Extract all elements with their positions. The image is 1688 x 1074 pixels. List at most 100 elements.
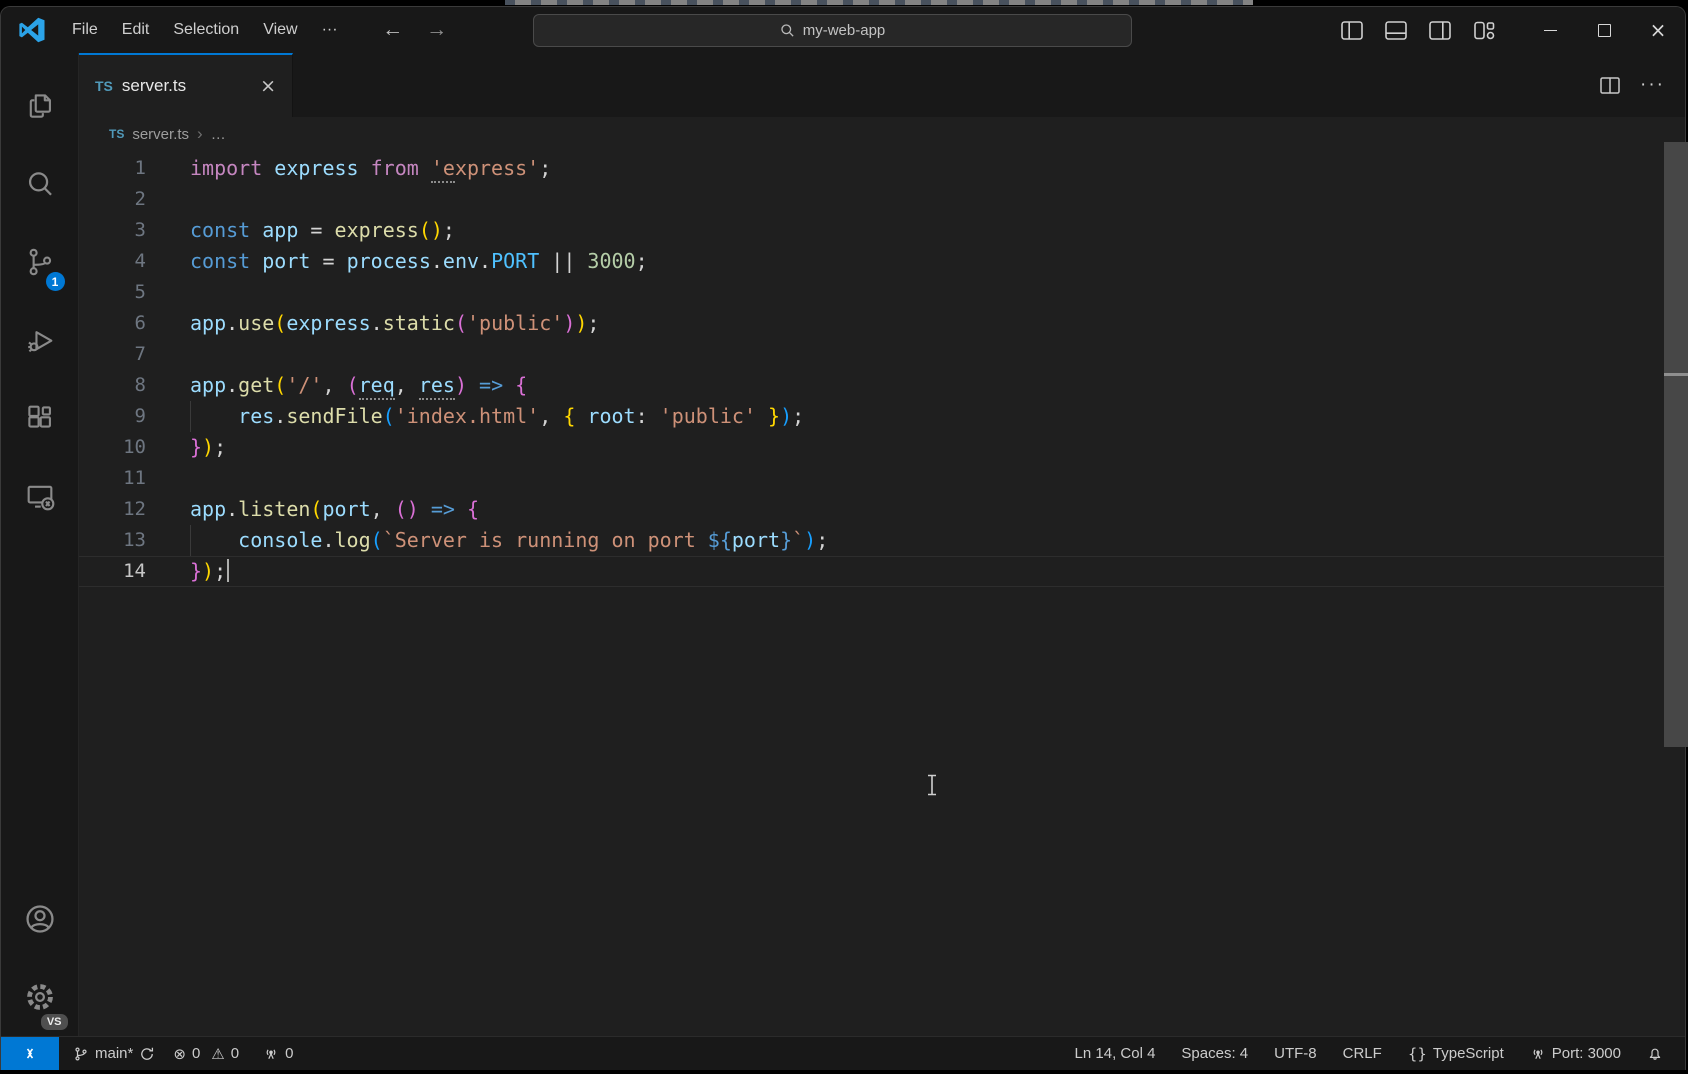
line-number: 2 (79, 184, 146, 215)
problems-indicator[interactable]: ⊗ 0 ⚠ 0 (173, 1045, 239, 1063)
toggle-secondary-sidebar-icon[interactable] (1429, 21, 1451, 40)
notifications-bell-icon[interactable] (1647, 1045, 1663, 1062)
encoding[interactable]: UTF-8 (1274, 1045, 1317, 1062)
activity-source-control[interactable]: 1 (16, 223, 64, 301)
eol-sequence[interactable]: CRLF (1343, 1045, 1382, 1062)
settings-vs-badge: VS (39, 1012, 70, 1032)
activity-account[interactable] (16, 880, 64, 958)
line-text: res.sendFile('index.html', { root: 'publ… (190, 401, 804, 432)
breadcrumb-file[interactable]: server.ts (132, 126, 189, 143)
activity-run-debug[interactable] (16, 301, 64, 379)
ports-indicator[interactable]: 0 (263, 1045, 293, 1062)
line-text: console.log(`Server is running on port $… (190, 525, 828, 556)
error-icon: ⊗ (173, 1045, 186, 1063)
breadcrumb[interactable]: TS server.ts › … (79, 117, 1685, 151)
branch-indicator[interactable]: main* (73, 1045, 155, 1062)
line-number: 3 (79, 215, 146, 246)
indentation[interactable]: Spaces: 4 (1181, 1045, 1248, 1062)
more-actions-icon[interactable]: ··· (1640, 74, 1665, 96)
code-line[interactable]: 13 console.log(`Server is running on por… (79, 525, 1685, 556)
line-text: }); (190, 556, 229, 587)
minimize-icon (1544, 30, 1557, 31)
activity-search[interactable] (16, 145, 64, 223)
cursor-position[interactable]: Ln 14, Col 4 (1075, 1045, 1156, 1062)
tab-close-icon[interactable]: × (260, 75, 276, 97)
remote-indicator[interactable] (1, 1037, 59, 1070)
toggle-primary-sidebar-icon[interactable] (1341, 21, 1363, 40)
code-line[interactable]: 3const app = express(); (79, 215, 1685, 246)
menu-view[interactable]: View (251, 16, 309, 44)
explorer-files-icon (23, 89, 57, 123)
code-line[interactable]: 5 (79, 277, 1685, 308)
line-number: 9 (79, 401, 146, 432)
language-label: TypeScript (1433, 1045, 1504, 1062)
code-line[interactable]: 11 (79, 463, 1685, 494)
toggle-panel-icon[interactable] (1385, 21, 1407, 40)
code-line[interactable]: 2 (79, 184, 1685, 215)
background-artifact (505, 0, 1253, 5)
line-text: import express from 'express'; (190, 153, 551, 184)
extensions-icon (23, 401, 57, 435)
line-text: const port = process.env.PORT || 3000; (190, 246, 648, 277)
code-line[interactable]: 14}); (79, 556, 1685, 587)
nav-forward-icon[interactable]: → (424, 18, 450, 42)
line-number: 7 (79, 339, 146, 370)
line-number: 11 (79, 463, 146, 494)
menu-edit[interactable]: Edit (110, 16, 162, 44)
nav-back-icon[interactable]: ← (380, 18, 406, 42)
activity-remote-explorer[interactable] (16, 457, 64, 535)
code-line[interactable]: 9 res.sendFile('index.html', { root: 'pu… (79, 401, 1685, 432)
code-line[interactable]: 12app.listen(port, () => { (79, 494, 1685, 525)
code-area[interactable]: 1 import express from 'express'; 23const a… (79, 151, 1685, 1036)
language-mode[interactable]: {} TypeScript (1408, 1045, 1504, 1063)
branch-name: main* (95, 1045, 133, 1062)
split-editor-icon[interactable] (1600, 77, 1620, 94)
title-bar: FileEditSelectionView··· ← → my-web-app (1, 7, 1685, 53)
screen: FileEditSelectionView··· ← → my-web-app (0, 0, 1688, 1074)
code-line[interactable]: 10}); (79, 432, 1685, 463)
error-count: 0 (192, 1045, 200, 1062)
line-number: 4 (79, 246, 146, 277)
activity-explorer[interactable] (16, 67, 64, 145)
activity-extensions[interactable] (16, 379, 64, 457)
breadcrumb-more[interactable]: … (211, 126, 226, 143)
editor-group: TS server.ts × ··· TS server.ts (79, 53, 1685, 1036)
code-line[interactable]: 7 (79, 339, 1685, 370)
account-icon (22, 901, 58, 937)
line-number: 1 (79, 153, 146, 184)
code-line[interactable]: 6app.use(express.static('public')); (79, 308, 1685, 339)
menu-overflow-icon[interactable]: ··· (310, 16, 350, 44)
chevron-right-icon: › (197, 124, 203, 144)
search-value: my-web-app (803, 22, 886, 39)
tab-server-ts[interactable]: TS server.ts × (79, 53, 293, 117)
menu-bar: FileEditSelectionView··· (60, 16, 350, 44)
line-number: 10 (79, 432, 146, 463)
warning-icon: ⚠ (211, 1045, 224, 1063)
code-line[interactable]: 4 const port = process.env.PORT || 3000; (79, 246, 1685, 277)
text-caret (227, 559, 229, 582)
maximize-icon (1598, 24, 1611, 37)
menu-file[interactable]: File (60, 16, 110, 44)
close-icon: × (1650, 20, 1667, 40)
remote-icon (22, 1046, 38, 1061)
line-number: 12 (79, 494, 146, 525)
minimize-button[interactable] (1523, 7, 1577, 53)
menu-selection[interactable]: Selection (161, 16, 251, 44)
close-button[interactable]: × (1631, 7, 1685, 53)
forwarded-count: 0 (285, 1045, 293, 1062)
scrollbar-thumb[interactable] (1664, 142, 1688, 747)
activity-settings[interactable]: VS (16, 958, 64, 1036)
port-forward[interactable]: Port: 3000 (1530, 1045, 1621, 1062)
line-number: 5 (79, 277, 146, 308)
line-text: }); (190, 432, 226, 463)
mouse-ibeam-cursor (925, 773, 939, 797)
command-center-search[interactable]: my-web-app (533, 14, 1132, 47)
screen-bottom-gap (0, 1070, 1688, 1074)
broadcast-icon (263, 1046, 279, 1062)
code-line[interactable]: 1 import express from 'express'; (79, 153, 1685, 184)
scrollbar-marker (1664, 373, 1688, 376)
code-line[interactable]: 8app.get('/', (req, res) => { (79, 370, 1685, 401)
customize-layout-icon[interactable] (1473, 21, 1495, 40)
line-text: app.get('/', (req, res) => { (190, 370, 527, 401)
maximize-button[interactable] (1577, 7, 1631, 53)
